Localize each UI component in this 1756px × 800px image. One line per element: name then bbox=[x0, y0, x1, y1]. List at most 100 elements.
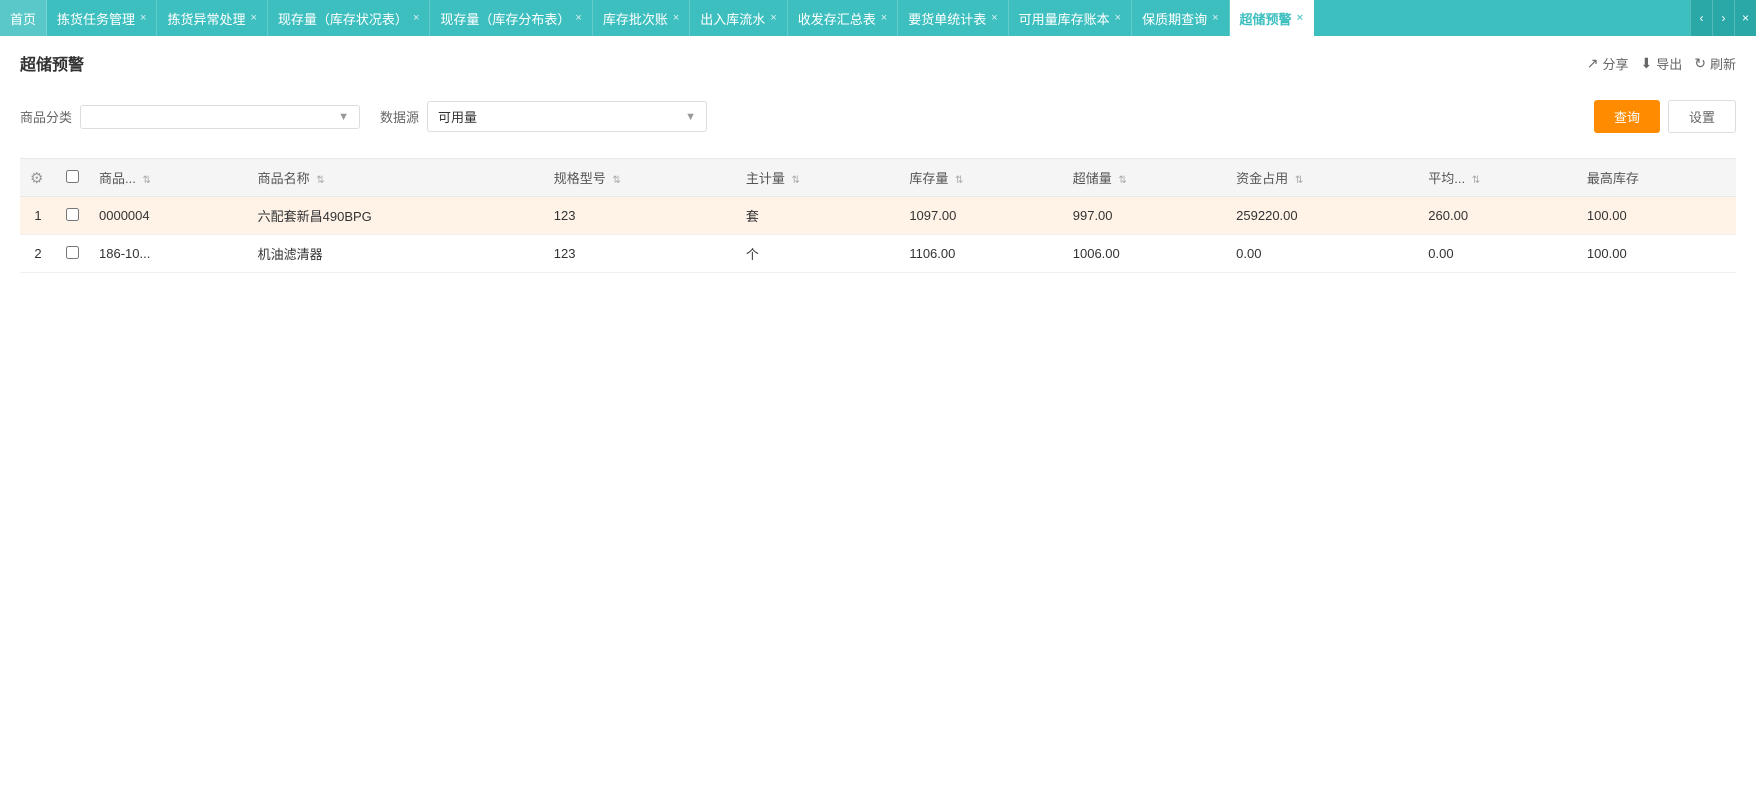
col-overstock[interactable]: 超储量 ⇅ bbox=[1063, 159, 1226, 197]
col-max-stock[interactable]: 最高库存 bbox=[1577, 159, 1736, 197]
nav-item-task[interactable]: 拣货任务管理 × bbox=[47, 0, 157, 36]
nav-item-order-stat[interactable]: 要货单统计表 × bbox=[898, 0, 1008, 36]
header-actions: ↗ 分享 ⬇ 导出 ↻ 刷新 bbox=[1587, 54, 1736, 73]
share-button[interactable]: ↗ 分享 bbox=[1587, 54, 1629, 73]
table-header-row: ⚙ 商品... ⇅ 商品名称 ⇅ 规格型号 ⇅ 主计量 bbox=[20, 159, 1736, 197]
page-content: 超储预警 ↗ 分享 ⬇ 导出 ↻ 刷新 商品分类 ▼ 数据源 bbox=[0, 36, 1756, 800]
sort-icon-code: ⇅ bbox=[142, 175, 150, 186]
nav-close-abnormal[interactable]: × bbox=[250, 12, 256, 24]
page-header: 超储预警 ↗ 分享 ⬇ 导出 ↻ 刷新 bbox=[20, 51, 1736, 75]
settings-button[interactable]: 设置 bbox=[1668, 100, 1736, 133]
filter-row: 商品分类 ▼ 数据源 可用量 ▼ 查询 设置 bbox=[20, 90, 1736, 143]
nav-next-button[interactable]: › bbox=[1712, 0, 1734, 36]
nav-close-all-button[interactable]: × bbox=[1734, 0, 1756, 36]
cell-overstock: 1006.00 bbox=[1063, 235, 1226, 273]
chevron-down-icon-2: ▼ bbox=[685, 111, 696, 123]
col-settings: ⚙ bbox=[20, 159, 56, 197]
cell-avg: 0.00 bbox=[1418, 235, 1577, 273]
nav-item-overstock[interactable]: 超储预警 × bbox=[1230, 0, 1314, 36]
col-avg[interactable]: 平均... ⇅ bbox=[1418, 159, 1577, 197]
sort-icon-capital: ⇅ bbox=[1295, 175, 1303, 186]
datasource-label: 数据源 bbox=[380, 107, 419, 126]
cell-avg: 260.00 bbox=[1418, 197, 1577, 235]
cell-spec: 123 bbox=[544, 235, 736, 273]
col-stock[interactable]: 库存量 ⇅ bbox=[899, 159, 1062, 197]
col-product-code[interactable]: 商品... ⇅ bbox=[89, 159, 248, 197]
nav-close-batch[interactable]: × bbox=[673, 12, 679, 24]
nav-item-batch[interactable]: 库存批次账 × bbox=[593, 0, 690, 36]
category-select[interactable]: ▼ bbox=[80, 105, 360, 129]
top-nav: 首页 拣货任务管理 × 拣货异常处理 × 现存量（库存状况表） × 现存量（库存… bbox=[0, 0, 1756, 36]
nav-prev-button[interactable]: ‹ bbox=[1690, 0, 1712, 36]
nav-close-available[interactable]: × bbox=[1115, 12, 1121, 24]
nav-close-order-stat[interactable]: × bbox=[991, 12, 997, 24]
cell-product-name: 机油滤清器 bbox=[248, 235, 544, 273]
nav-close-summary[interactable]: × bbox=[881, 12, 887, 24]
cell-unit: 套 bbox=[736, 197, 899, 235]
cell-max-stock: 100.00 bbox=[1577, 197, 1736, 235]
sort-icon-name: ⇅ bbox=[316, 175, 324, 186]
cell-overstock: 997.00 bbox=[1063, 197, 1226, 235]
nav-close-stock-dist[interactable]: × bbox=[575, 12, 581, 24]
chevron-down-icon: ▼ bbox=[338, 111, 349, 123]
refresh-icon: ↻ bbox=[1694, 55, 1706, 72]
export-button[interactable]: ⬇ 导出 bbox=[1641, 54, 1683, 73]
nav-item-summary[interactable]: 收发存汇总表 × bbox=[788, 0, 898, 36]
cell-product-code: 186-10... bbox=[89, 235, 248, 273]
col-product-name[interactable]: 商品名称 ⇅ bbox=[248, 159, 544, 197]
row-checkbox-cell bbox=[56, 235, 89, 273]
sort-icon-spec: ⇅ bbox=[612, 175, 620, 186]
datasource-filter: 数据源 可用量 ▼ bbox=[380, 101, 707, 132]
col-capital[interactable]: 资金占用 ⇅ bbox=[1226, 159, 1418, 197]
nav-item-abnormal[interactable]: 拣货异常处理 × bbox=[157, 0, 267, 36]
nav-item-stock-dist[interactable]: 现存量（库存分布表） × bbox=[430, 0, 592, 36]
nav-close-stock-status[interactable]: × bbox=[413, 12, 419, 24]
cell-capital: 259220.00 bbox=[1226, 197, 1418, 235]
col-spec[interactable]: 规格型号 ⇅ bbox=[544, 159, 736, 197]
export-icon: ⬇ bbox=[1641, 55, 1653, 72]
row-checkbox[interactable] bbox=[66, 246, 79, 259]
sort-icon-overstock: ⇅ bbox=[1118, 175, 1126, 186]
page-title: 超储预警 bbox=[20, 51, 84, 75]
datasource-select[interactable]: 可用量 ▼ bbox=[427, 101, 707, 132]
nav-close-task[interactable]: × bbox=[140, 12, 146, 24]
query-button[interactable]: 查询 bbox=[1594, 100, 1660, 133]
nav-item-stock-status[interactable]: 现存量（库存状况表） × bbox=[268, 0, 430, 36]
cell-spec: 123 bbox=[544, 197, 736, 235]
filter-buttons: 查询 设置 bbox=[1594, 100, 1736, 133]
share-icon: ↗ bbox=[1587, 55, 1599, 72]
cell-max-stock: 100.00 bbox=[1577, 235, 1736, 273]
table-body: 1 0000004 六配套新昌490BPG 123 套 1097.00 997.… bbox=[20, 197, 1736, 273]
nav-item-available[interactable]: 可用量库存账本 × bbox=[1009, 0, 1132, 36]
cell-capital: 0.00 bbox=[1226, 235, 1418, 273]
sort-icon-stock: ⇅ bbox=[955, 175, 963, 186]
table-row: 2 186-10... 机油滤清器 123 个 1106.00 1006.00 … bbox=[20, 235, 1736, 273]
data-table: ⚙ 商品... ⇅ 商品名称 ⇅ 规格型号 ⇅ 主计量 bbox=[20, 158, 1736, 273]
nav-item-expiry[interactable]: 保质期查询 × bbox=[1132, 0, 1229, 36]
cell-unit: 个 bbox=[736, 235, 899, 273]
refresh-button[interactable]: ↻ 刷新 bbox=[1694, 54, 1736, 73]
row-checkbox-cell bbox=[56, 197, 89, 235]
row-checkbox[interactable] bbox=[66, 208, 79, 221]
cell-stock: 1097.00 bbox=[899, 197, 1062, 235]
gear-icon[interactable]: ⚙ bbox=[30, 170, 43, 187]
category-label: 商品分类 bbox=[20, 107, 72, 126]
nav-close-expiry[interactable]: × bbox=[1212, 12, 1218, 24]
cell-product-code: 0000004 bbox=[89, 197, 248, 235]
col-checkbox-header bbox=[56, 159, 89, 197]
nav-item-inout[interactable]: 出入库流水 × bbox=[690, 0, 787, 36]
cell-product-name: 六配套新昌490BPG bbox=[248, 197, 544, 235]
cell-stock: 1106.00 bbox=[899, 235, 1062, 273]
select-all-checkbox[interactable] bbox=[66, 170, 79, 183]
sort-icon-unit: ⇅ bbox=[792, 175, 800, 186]
row-num: 2 bbox=[20, 235, 56, 273]
row-num: 1 bbox=[20, 197, 56, 235]
table-row: 1 0000004 六配套新昌490BPG 123 套 1097.00 997.… bbox=[20, 197, 1736, 235]
col-unit[interactable]: 主计量 ⇅ bbox=[736, 159, 899, 197]
nav-item-home[interactable]: 首页 bbox=[0, 0, 47, 36]
nav-close-inout[interactable]: × bbox=[770, 12, 776, 24]
datasource-value: 可用量 bbox=[438, 107, 477, 126]
nav-arrows: ‹ › × bbox=[1690, 0, 1756, 36]
category-filter: 商品分类 ▼ bbox=[20, 105, 360, 129]
nav-close-overstock[interactable]: × bbox=[1297, 12, 1303, 24]
